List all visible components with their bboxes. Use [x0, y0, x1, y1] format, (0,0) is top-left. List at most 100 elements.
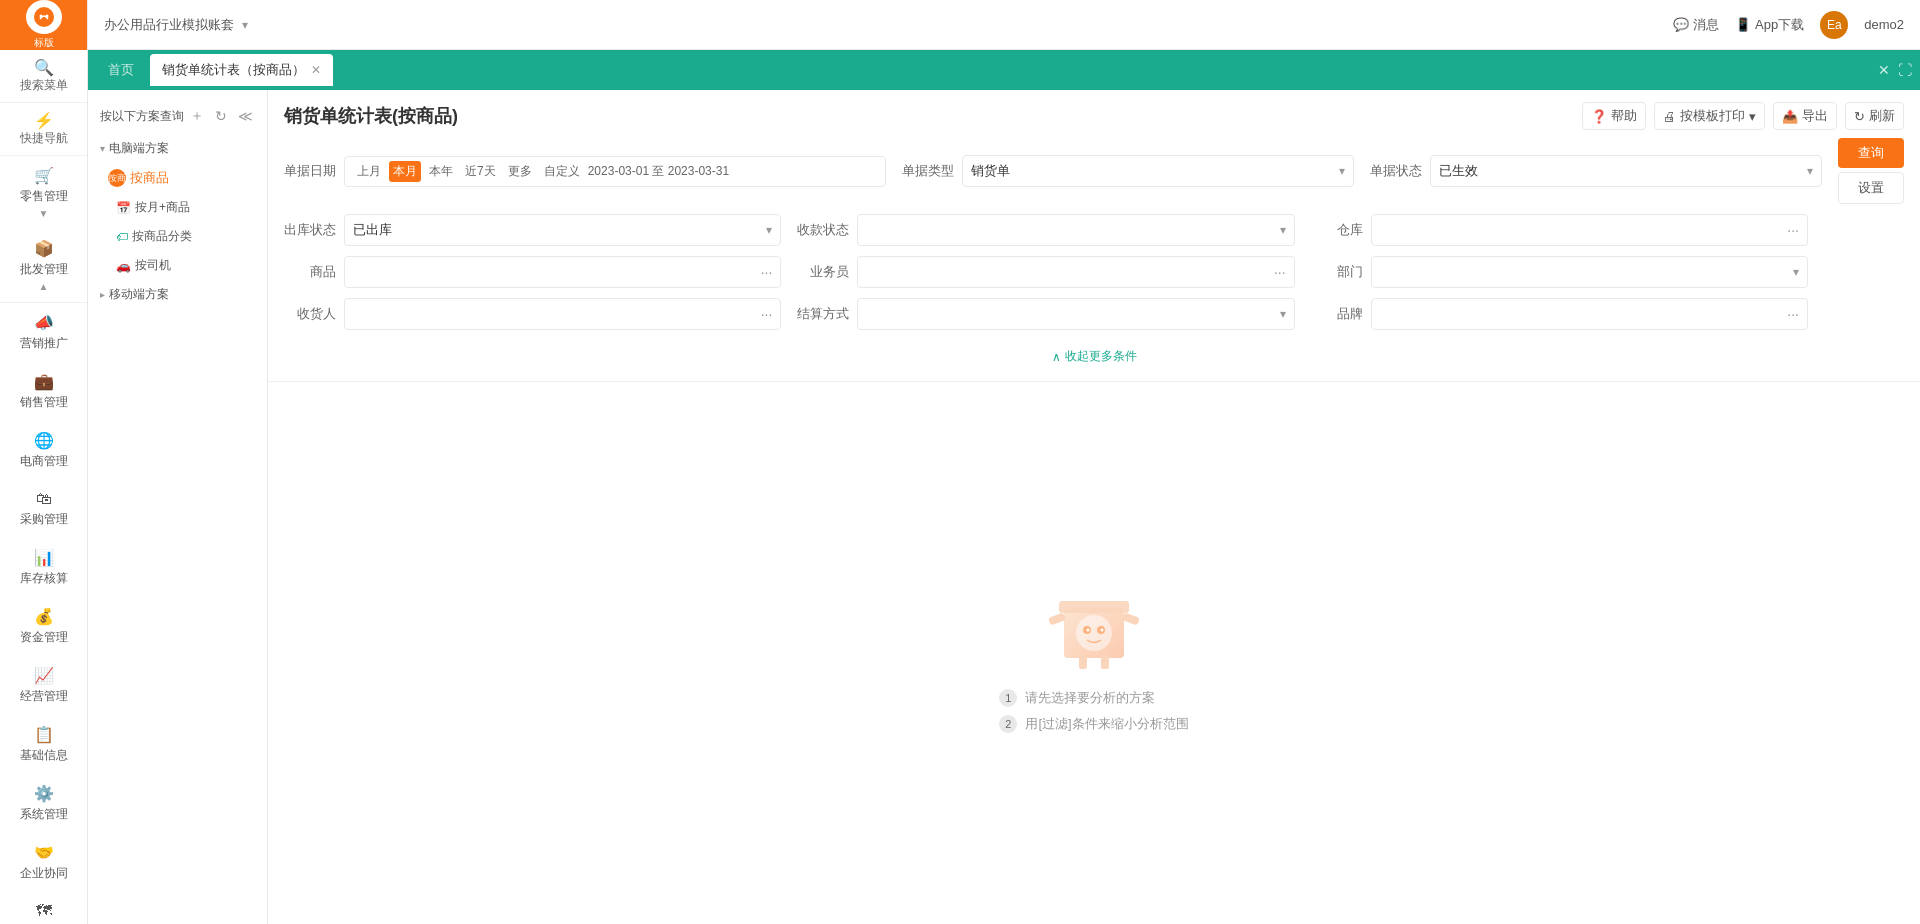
refresh-btn[interactable]: ↻ 刷新 — [1845, 102, 1904, 130]
tree-item-label-month-product: 按月+商品 — [135, 199, 190, 216]
quick-nav[interactable]: ⚡ 快捷导航 — [0, 103, 87, 156]
warehouse-dots: ··· — [1787, 222, 1799, 238]
industry-dropdown[interactable]: ▾ — [242, 18, 248, 32]
app-logo[interactable]: 标版 — [0, 0, 87, 50]
settings-btn[interactable]: 设置 — [1838, 172, 1904, 204]
sidebar-item-marketing[interactable]: 📣 营销推广 — [0, 303, 87, 362]
hint-item-2: 2 用[过滤]条件来缩小分析范围 — [999, 715, 1188, 733]
filter-receiver: 收货人 ··· — [284, 298, 781, 330]
help-icon: ❓ — [1591, 109, 1607, 124]
tree-item-category[interactable]: 🏷 按商品分类 — [88, 222, 267, 251]
sidebar-item-guide[interactable]: 🗺 新手引导 — [0, 892, 87, 924]
help-btn[interactable]: ❓ 帮助 — [1582, 102, 1646, 130]
top-header: 办公用品行业模拟账套 ▾ 💬 消息 📱 App下载 Ea demo2 — [88, 0, 1920, 50]
tab-close-btn[interactable]: ✕ — [311, 63, 321, 77]
date-tab-this-year[interactable]: 本年 — [425, 161, 457, 182]
sidebar-item-basic-info[interactable]: 📋 基础信息 — [0, 715, 87, 774]
date-label: 单据日期 — [284, 162, 336, 180]
svg-point-0 — [34, 7, 54, 27]
search-menu[interactable]: 🔍 搜索菜单 — [0, 50, 87, 103]
staff-control[interactable]: ··· — [857, 256, 1294, 288]
right-content: 销货单统计表(按商品) ❓ 帮助 🖨 按模板打印 ▾ 📤 导出 — [268, 90, 1920, 924]
action-buttons: 查询 设置 — [1838, 138, 1904, 204]
empty-hints: 1 请先选择要分析的方案 2 用[过滤]条件来缩小分析范围 — [999, 689, 1188, 733]
refresh-scheme-btn[interactable]: ↻ — [211, 106, 231, 126]
filter-staff: 业务员 ··· — [797, 256, 1294, 288]
tree-item-driver[interactable]: 🚗 按司机 — [88, 251, 267, 280]
collapse-panel-btn[interactable]: ≪ — [235, 106, 255, 126]
empty-illustration — [1044, 573, 1144, 673]
doc-type-control[interactable]: 销货单 ▾ — [962, 155, 1354, 187]
avatar[interactable]: Ea — [1820, 11, 1848, 39]
receiver-label: 收货人 — [284, 305, 336, 323]
sidebar-item-sales[interactable]: 💼 销售管理 — [0, 362, 87, 421]
sidebar-item-ecommerce[interactable]: 🌐 电商管理 — [0, 421, 87, 480]
filter-doc-type: 单据类型 销货单 ▾ — [902, 155, 1354, 187]
filter-payment: 结算方式 ▾ — [797, 298, 1294, 330]
tree-item-by-product[interactable]: 按商 按商品 — [88, 163, 267, 193]
brand-label: 品牌 — [1311, 305, 1363, 323]
tree-group-desktop[interactable]: ▾ 电脑端方案 — [88, 134, 267, 163]
sidebar-item-operations[interactable]: 📈 经营管理 — [0, 656, 87, 715]
header-right: 💬 消息 📱 App下载 Ea demo2 — [1673, 11, 1904, 39]
maximize-btn[interactable]: ⛶ — [1898, 62, 1912, 78]
collapse-conditions-btn[interactable]: ∧ 收起更多条件 — [1044, 344, 1145, 369]
message-icon: 💬 — [1673, 17, 1689, 32]
date-filter-control[interactable]: 上月 本月 本年 近7天 更多 自定义 2023-03-01 至 2023-03… — [344, 156, 886, 187]
dept-arrow: ▾ — [1793, 265, 1799, 279]
hint-text-1: 请先选择要分析的方案 — [1025, 689, 1155, 707]
goods-control[interactable]: ··· — [344, 256, 781, 288]
username[interactable]: demo2 — [1864, 17, 1904, 32]
app-subtitle: 标版 — [34, 36, 54, 50]
tree-group-mobile[interactable]: ▸ 移动端方案 — [88, 280, 267, 309]
svg-point-9 — [1100, 629, 1103, 632]
svg-rect-12 — [1048, 613, 1066, 626]
query-btn[interactable]: 查询 — [1838, 138, 1904, 168]
svg-point-5 — [1076, 615, 1112, 651]
sidebar-item-inventory[interactable]: 📊 库存核算 — [0, 538, 87, 597]
print-arrow: ▾ — [1749, 109, 1756, 124]
sidebar-item-retail[interactable]: 🛒 零售管理 ▼ — [0, 156, 87, 229]
sidebar: 标版 🔍 搜索菜单 ⚡ 快捷导航 🛒 零售管理 ▼ 📦 批发管理 ▲ 📣 营销推… — [0, 0, 88, 924]
svg-rect-11 — [1101, 655, 1109, 669]
out-status-control[interactable]: 已出库 ▾ — [344, 214, 781, 246]
brand-control[interactable]: ··· — [1371, 298, 1808, 330]
refresh-icon: ↻ — [1854, 109, 1865, 124]
tab-home[interactable]: 首页 — [96, 54, 146, 86]
warehouse-label: 仓库 — [1311, 221, 1363, 239]
payment-control[interactable]: ▾ — [857, 298, 1294, 330]
goods-label: 商品 — [284, 263, 336, 281]
date-tab-more[interactable]: 更多 — [504, 161, 536, 182]
dept-control[interactable]: ▾ — [1371, 256, 1808, 288]
minimize-btn[interactable]: ✕ — [1878, 62, 1890, 78]
date-tab-this-month[interactable]: 本月 — [389, 161, 421, 182]
sidebar-item-system[interactable]: ⚙️ 系统管理 — [0, 774, 87, 833]
page-header: 销货单统计表(按商品) ❓ 帮助 🖨 按模板打印 ▾ 📤 导出 — [268, 90, 1920, 138]
app-download-btn[interactable]: 📱 App下载 — [1735, 16, 1804, 34]
receiver-control[interactable]: ··· — [344, 298, 781, 330]
date-tab-last-month[interactable]: 上月 — [353, 161, 385, 182]
tab-sales-stats[interactable]: 销货单统计表（按商品） ✕ — [150, 54, 333, 86]
export-btn[interactable]: 📤 导出 — [1773, 102, 1837, 130]
filter-warehouse: 仓库 ··· — [1311, 214, 1808, 246]
left-panel: 按以下方案查询 ＋ ↻ ≪ ▾ 电脑端方案 按商 按商品 📅 按月+商品 — [88, 90, 268, 924]
category-icon: 🏷 — [116, 230, 128, 244]
sidebar-item-finance[interactable]: 💰 资金管理 — [0, 597, 87, 656]
warehouse-control[interactable]: ··· — [1371, 214, 1808, 246]
collect-status-control[interactable]: ▾ — [857, 214, 1294, 246]
doc-type-value: 销货单 — [971, 162, 1339, 180]
main-area: 办公用品行业模拟账套 ▾ 💬 消息 📱 App下载 Ea demo2 首页 销货… — [88, 0, 1920, 924]
message-btn[interactable]: 💬 消息 — [1673, 16, 1719, 34]
date-tab-7days[interactable]: 近7天 — [461, 161, 500, 182]
print-btn[interactable]: 🖨 按模板打印 ▾ — [1654, 102, 1765, 130]
tree-group-label-mobile: 移动端方案 — [109, 286, 169, 303]
hint-num-2: 2 — [999, 715, 1017, 733]
sidebar-item-wholesale[interactable]: 📦 批发管理 ▲ — [0, 229, 87, 302]
product-icon: 按商 — [108, 169, 126, 187]
sidebar-item-enterprise[interactable]: 🤝 企业协同 — [0, 833, 87, 892]
tree-item-month-product[interactable]: 📅 按月+商品 — [88, 193, 267, 222]
sidebar-item-purchase[interactable]: 🛍 采购管理 — [0, 480, 87, 538]
add-scheme-btn[interactable]: ＋ — [187, 106, 207, 126]
doc-status-control[interactable]: 已生效 ▾ — [1430, 155, 1822, 187]
date-tab-custom[interactable]: 自定义 — [540, 161, 584, 182]
